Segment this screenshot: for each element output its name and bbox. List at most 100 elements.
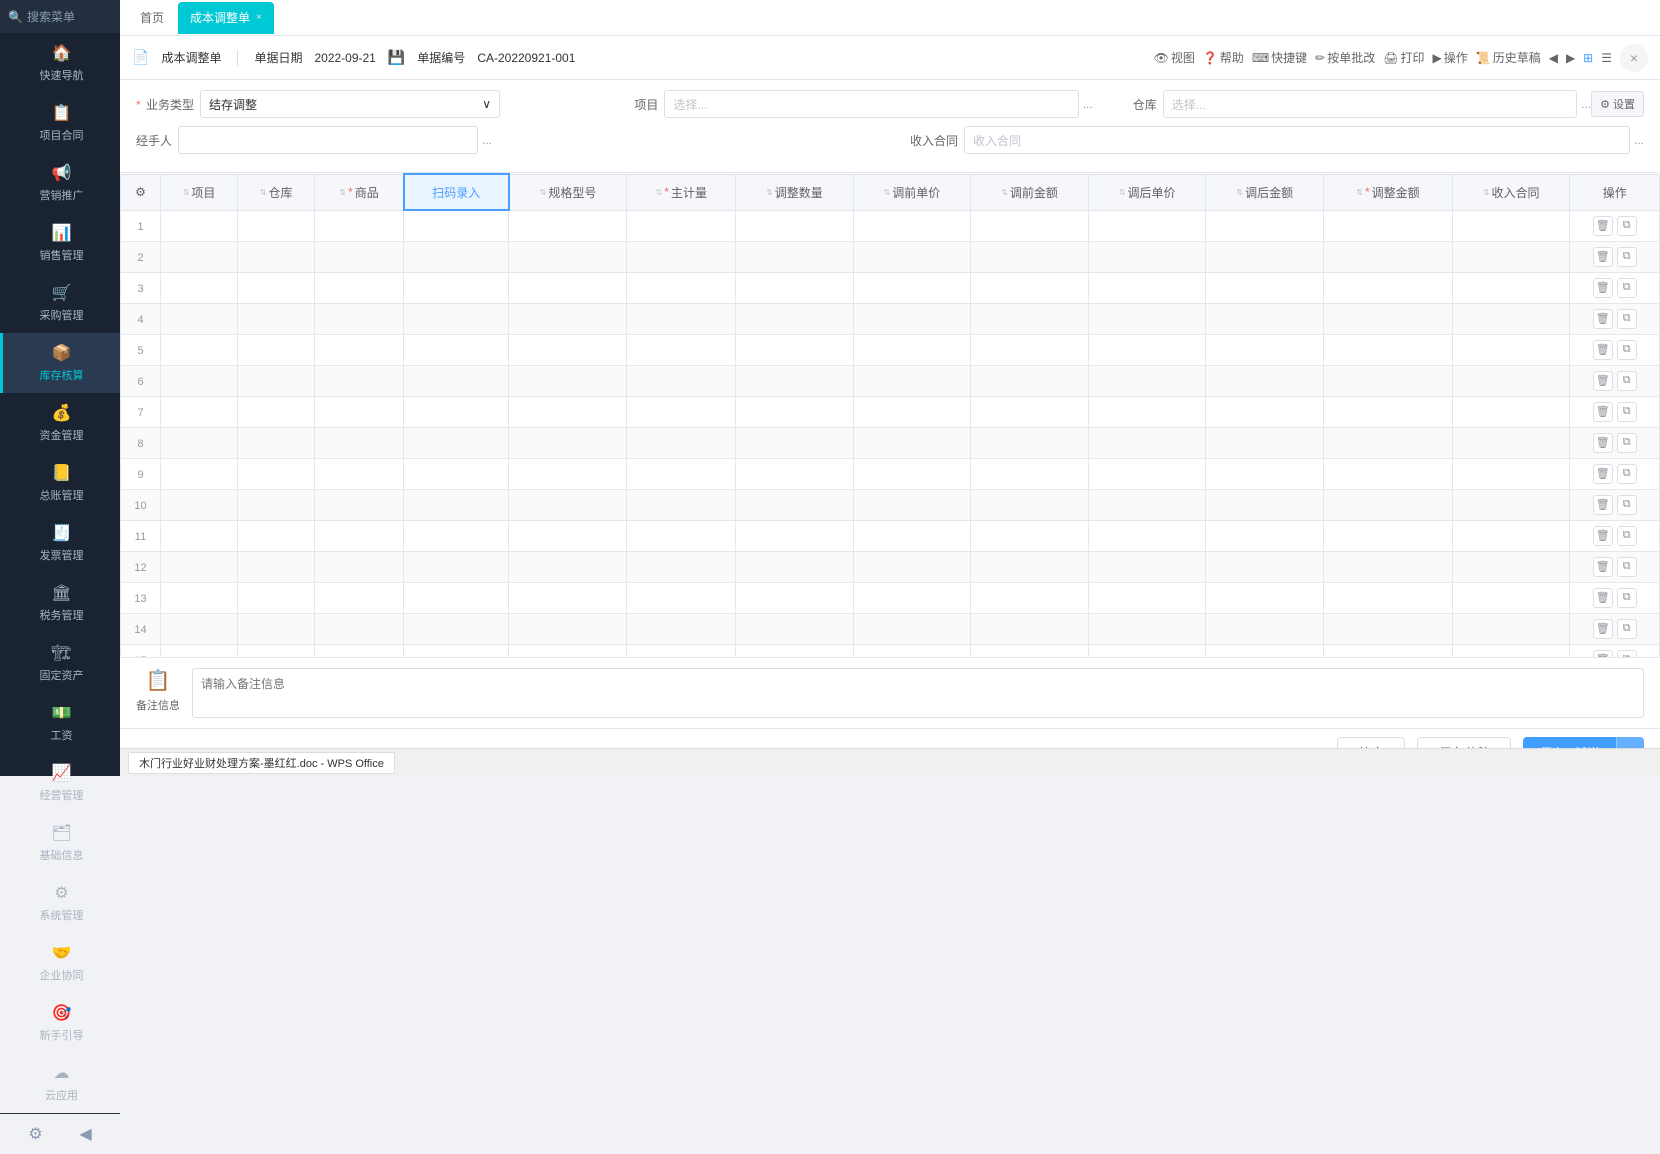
cell-income_contract-13[interactable]	[1452, 582, 1570, 613]
cell-prev_amount-5[interactable]	[971, 334, 1089, 365]
th-unit[interactable]: ⇅*主计量	[627, 174, 736, 210]
cell-project-15[interactable]	[161, 644, 238, 657]
cell-after_price-9[interactable]	[1088, 458, 1206, 489]
cell-income_contract-5[interactable]	[1452, 334, 1570, 365]
cell-unit-11[interactable]	[627, 520, 736, 551]
cell-prev_amount-6[interactable]	[971, 365, 1089, 396]
cell-goods-3[interactable]	[315, 272, 404, 303]
cell-prev_amount-11[interactable]	[971, 520, 1089, 551]
nav-prev[interactable]: ◀	[1549, 51, 1558, 65]
print-btn[interactable]: 🖨 打印	[1383, 49, 1424, 66]
cell-prev_price-2[interactable]	[853, 241, 971, 272]
cell-warehouse-15[interactable]	[238, 644, 315, 657]
cell-settings-3[interactable]: 3	[121, 272, 161, 303]
cell-unit-14[interactable]	[627, 613, 736, 644]
cell-settings-6[interactable]: 6	[121, 365, 161, 396]
cell-prev_price-9[interactable]	[853, 458, 971, 489]
taskbar-wps-item[interactable]: 木门行业好业财处理方案-墨红红.doc - WPS Office	[128, 752, 395, 774]
cell-prev_amount-4[interactable]	[971, 303, 1089, 334]
cell-adjust_amount-15[interactable]	[1324, 644, 1453, 657]
cell-settings-12[interactable]: 12	[121, 551, 161, 582]
sidebar-item-project-contract[interactable]: 📋项目合同	[0, 93, 120, 153]
cell-settings-14[interactable]: 14	[121, 613, 161, 644]
cell-warehouse-10[interactable]	[238, 489, 315, 520]
cell-prev_price-14[interactable]	[853, 613, 971, 644]
cell-project-12[interactable]	[161, 551, 238, 582]
cell-adjust_amount-8[interactable]	[1324, 427, 1453, 458]
sidebar-item-basic-info[interactable]: 🗂基础信息	[0, 813, 120, 873]
cell-after_amount-10[interactable]	[1206, 489, 1324, 520]
list-view-btn[interactable]: ☰	[1601, 51, 1612, 65]
cell-prev_amount-13[interactable]	[971, 582, 1089, 613]
sidebar-item-system[interactable]: ⚙系统管理	[0, 873, 120, 933]
cell-unit-4[interactable]	[627, 303, 736, 334]
cell-adjust_amount-1[interactable]	[1324, 210, 1453, 241]
cell-goods-14[interactable]	[315, 613, 404, 644]
cell-goods-7[interactable]	[315, 396, 404, 427]
operate-btn[interactable]: ▶ 操作	[1432, 49, 1467, 66]
cell-income_contract-8[interactable]	[1452, 427, 1570, 458]
sidebar-item-invoice[interactable]: 🧾发票管理	[0, 513, 120, 573]
cell-warehouse-13[interactable]	[238, 582, 315, 613]
cell-prev_price-5[interactable]	[853, 334, 971, 365]
cell-spec-12[interactable]	[509, 551, 627, 582]
cell-income_contract-3[interactable]	[1452, 272, 1570, 303]
cell-warehouse-8[interactable]	[238, 427, 315, 458]
cell-unit-8[interactable]	[627, 427, 736, 458]
cell-adjust_qty-12[interactable]	[736, 551, 854, 582]
cell-after_price-11[interactable]	[1088, 520, 1206, 551]
cell-action-7[interactable]: 🗑 ⧉	[1570, 396, 1660, 427]
cell-action-12[interactable]: 🗑 ⧉	[1570, 551, 1660, 582]
cell-prev_price-15[interactable]	[853, 644, 971, 657]
cell-prev_price-11[interactable]	[853, 520, 971, 551]
cell-settings-13[interactable]: 13	[121, 582, 161, 613]
income-contract-select[interactable]: 收入合同	[964, 126, 1630, 154]
sidebar-item-salary[interactable]: 💵工资	[0, 693, 120, 753]
cell-after_price-15[interactable]	[1088, 644, 1206, 657]
delete-row-btn-13[interactable]: 🗑	[1593, 588, 1613, 608]
cell-prev_amount-14[interactable]	[971, 613, 1089, 644]
cell-after_amount-6[interactable]	[1206, 365, 1324, 396]
cell-project-2[interactable]	[161, 241, 238, 272]
cell-after_amount-7[interactable]	[1206, 396, 1324, 427]
tab-home[interactable]: 首页	[128, 2, 176, 34]
cell-spec-5[interactable]	[509, 334, 627, 365]
cell-spec-13[interactable]	[509, 582, 627, 613]
sidebar-item-quick-nav[interactable]: 🏠快速导航	[0, 33, 120, 93]
cell-action-4[interactable]: 🗑 ⧉	[1570, 303, 1660, 334]
cell-prev_price-3[interactable]	[853, 272, 971, 303]
cell-goods-10[interactable]	[315, 489, 404, 520]
cell-after_price-4[interactable]	[1088, 303, 1206, 334]
cell-prev_price-1[interactable]	[853, 210, 971, 241]
cell-action-15[interactable]: 🗑 ⧉	[1570, 644, 1660, 657]
sidebar-item-guide[interactable]: 🎯新手引导	[0, 993, 120, 1053]
th-spec[interactable]: ⇅规格型号	[509, 174, 627, 210]
cell-unit-2[interactable]	[627, 241, 736, 272]
cell-settings-1[interactable]: 1	[121, 210, 161, 241]
cell-project-13[interactable]	[161, 582, 238, 613]
cell-warehouse-12[interactable]	[238, 551, 315, 582]
cell-after_amount-3[interactable]	[1206, 272, 1324, 303]
cell-after_amount-14[interactable]	[1206, 613, 1324, 644]
cell-after_amount-4[interactable]	[1206, 303, 1324, 334]
cell-after_amount-8[interactable]	[1206, 427, 1324, 458]
warehouse-select[interactable]: 选择...	[1163, 90, 1577, 118]
delete-row-btn-2[interactable]: 🗑	[1593, 247, 1613, 267]
cell-spec-11[interactable]	[509, 520, 627, 551]
cell-settings-4[interactable]: 4	[121, 303, 161, 334]
cell-action-10[interactable]: 🗑 ⧉	[1570, 489, 1660, 520]
cell-after_price-3[interactable]	[1088, 272, 1206, 303]
cell-prev_amount-3[interactable]	[971, 272, 1089, 303]
cell-prev_amount-15[interactable]	[971, 644, 1089, 657]
cell-after_amount-1[interactable]	[1206, 210, 1324, 241]
cell-settings-5[interactable]: 5	[121, 334, 161, 365]
copy-row-btn-4[interactable]: ⧉	[1617, 309, 1637, 329]
cell-project-7[interactable]	[161, 396, 238, 427]
cell-prev_price-6[interactable]	[853, 365, 971, 396]
th-warehouse[interactable]: ⇅仓库	[238, 174, 315, 210]
delete-row-btn-3[interactable]: 🗑	[1593, 278, 1613, 298]
cell-prev_price-8[interactable]	[853, 427, 971, 458]
cell-adjust_amount-5[interactable]	[1324, 334, 1453, 365]
cell-adjust_amount-9[interactable]	[1324, 458, 1453, 489]
cell-adjust_amount-11[interactable]	[1324, 520, 1453, 551]
